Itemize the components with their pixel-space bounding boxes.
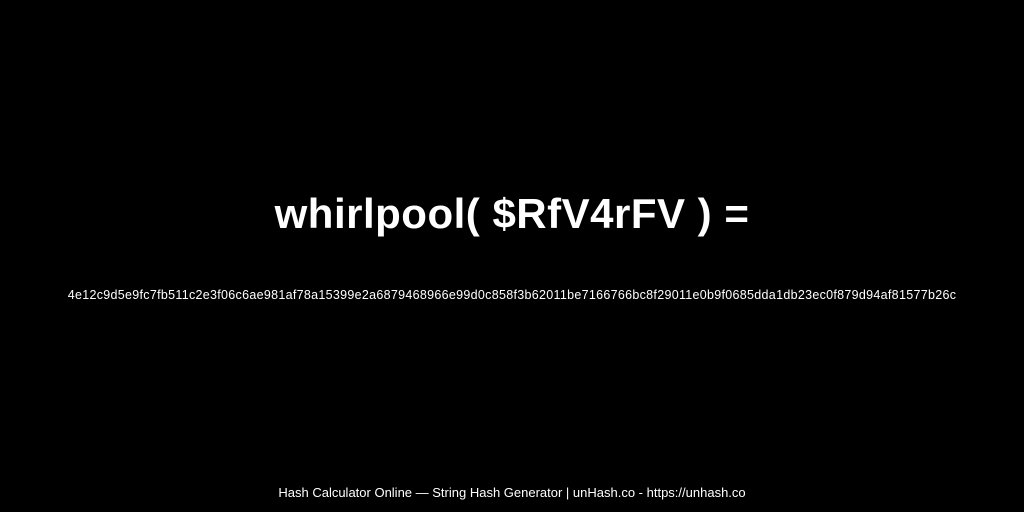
footer-text: Hash Calculator Online — String Hash Gen… bbox=[0, 485, 1024, 500]
main-content: whirlpool( $RfV4rFV ) = 4e12c9d5e9fc7fb5… bbox=[0, 190, 1024, 302]
hash-expression: whirlpool( $RfV4rFV ) = bbox=[275, 190, 750, 238]
hash-result: 4e12c9d5e9fc7fb511c2e3f06c6ae981af78a153… bbox=[68, 288, 957, 302]
